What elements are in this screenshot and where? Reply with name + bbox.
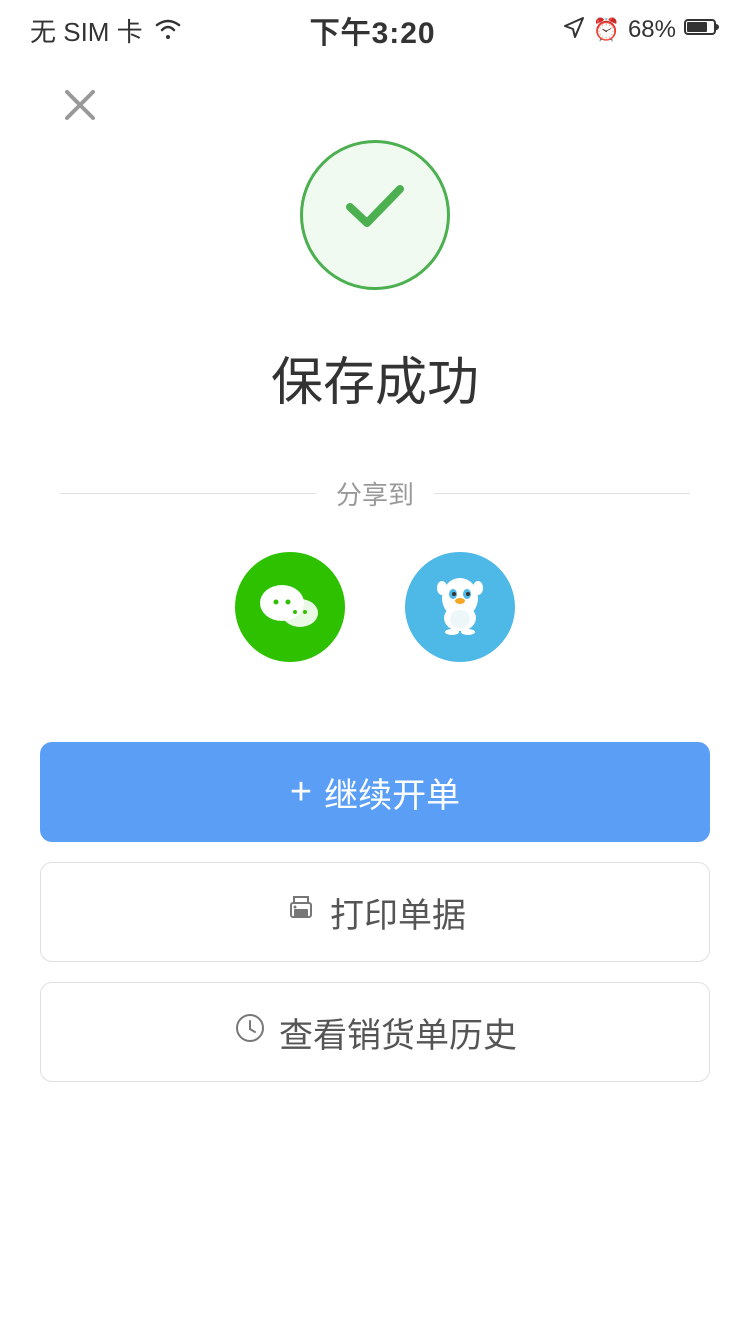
battery-percent: 68% — [628, 16, 676, 44]
alarm-icon: ⏰ — [593, 17, 620, 43]
wifi-icon — [153, 15, 183, 46]
success-title: 保存成功 — [271, 340, 479, 415]
battery-icon — [684, 16, 720, 44]
print-button[interactable]: 打印单据 — [40, 862, 710, 962]
plus-icon: + — [290, 771, 312, 814]
divider-right — [434, 493, 690, 494]
sim-label: 无 SIM 卡 — [30, 12, 143, 49]
share-icons — [235, 552, 515, 662]
share-label: 分享到 — [316, 475, 434, 512]
printer-icon — [284, 891, 318, 934]
qq-share-button[interactable] — [405, 552, 515, 662]
main-content: 保存成功 分享到 — [0, 60, 750, 1082]
continue-label: 继续开单 — [324, 768, 460, 817]
wechat-share-button[interactable] — [235, 552, 345, 662]
location-icon — [563, 16, 585, 45]
qq-icon — [428, 570, 493, 645]
history-button[interactable]: 查看销货单历史 — [40, 982, 710, 1082]
share-section: 分享到 — [0, 475, 750, 662]
status-left: 无 SIM 卡 — [30, 12, 183, 49]
action-buttons: + 继续开单 打印单据 查看销货单历史 — [0, 742, 750, 1082]
success-icon-circle — [300, 140, 450, 290]
continue-button[interactable]: + 继续开单 — [40, 742, 710, 842]
wechat-icon — [256, 577, 324, 637]
print-label: 打印单据 — [330, 888, 466, 937]
divider-left — [60, 493, 316, 494]
close-button[interactable] — [50, 75, 110, 135]
status-bar: 无 SIM 卡 下午3:20 ⏰ 68% — [0, 0, 750, 60]
clock-icon — [233, 1011, 267, 1054]
divider-row: 分享到 — [0, 475, 750, 512]
history-label: 查看销货单历史 — [279, 1008, 517, 1057]
status-time: 下午3:20 — [310, 8, 436, 52]
checkmark-icon — [335, 165, 415, 258]
status-right: ⏰ 68% — [563, 16, 720, 45]
